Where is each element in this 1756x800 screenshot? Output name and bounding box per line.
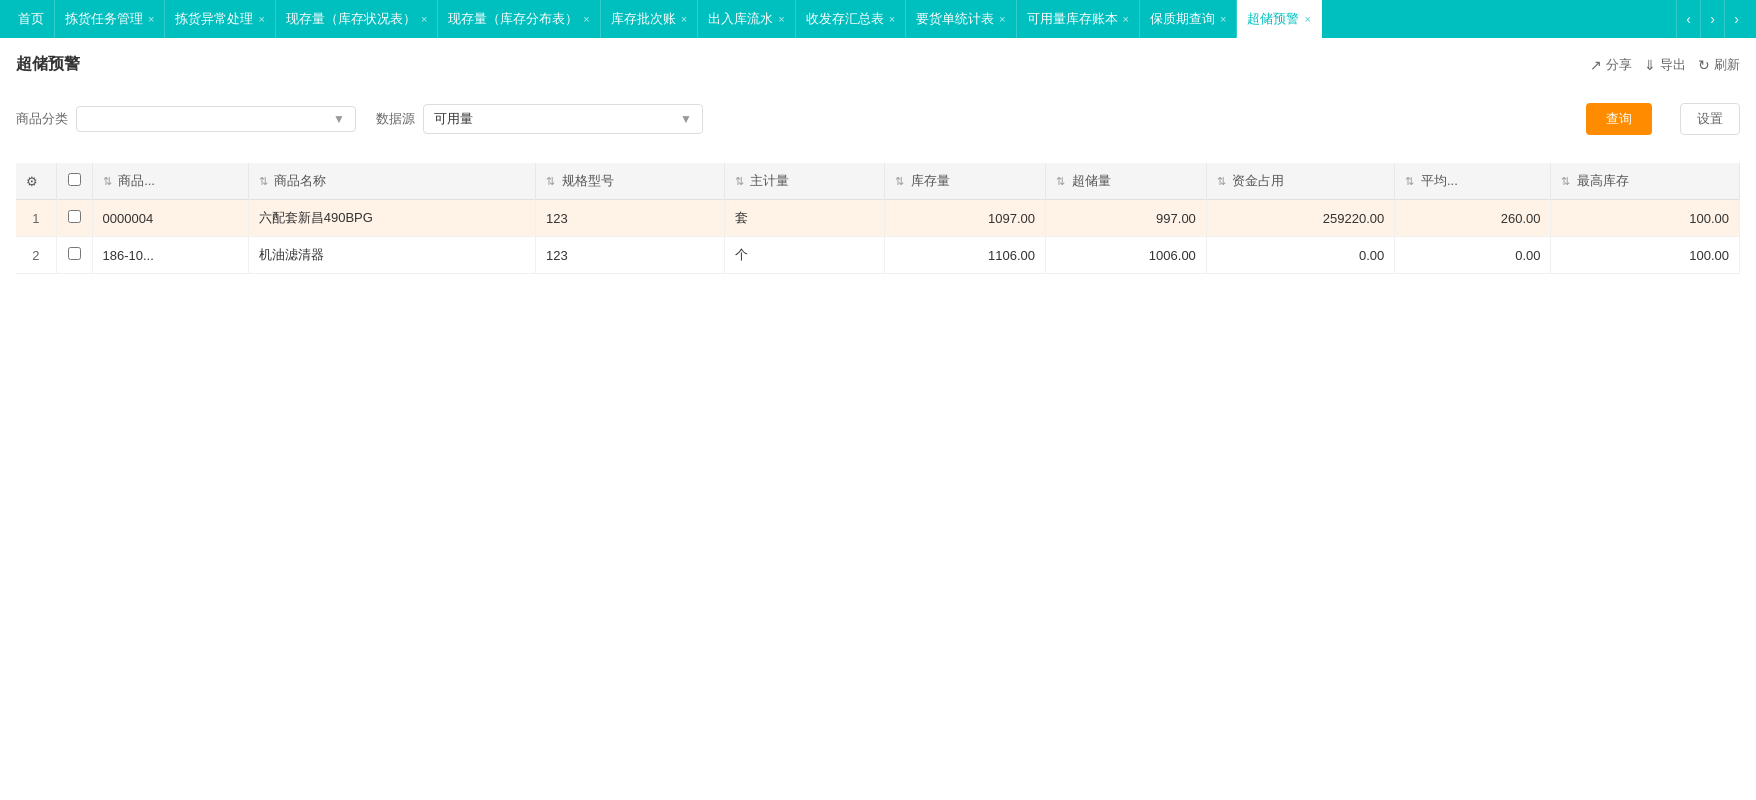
- close-icon[interactable]: ×: [999, 13, 1005, 25]
- refresh-button[interactable]: ↻ 刷新: [1698, 56, 1740, 74]
- nav-requisition[interactable]: 要货单统计表 ×: [906, 0, 1016, 38]
- spec: 123: [536, 237, 724, 274]
- product-name: 六配套新昌490BPG: [248, 200, 535, 237]
- nav-inout-flow[interactable]: 出入库流水 ×: [698, 0, 795, 38]
- datasource-label: 数据源: [376, 110, 415, 128]
- nav-shelf-life[interactable]: 保质期查询 ×: [1140, 0, 1237, 38]
- table-row: 2 186-10... 机油滤清器 123 个 1106.00 1006.00 …: [16, 237, 1740, 274]
- product-name: 机油滤清器: [248, 237, 535, 274]
- product-code: 186-10...: [92, 237, 248, 274]
- datasource-filter: 数据源 可用量 ▼: [376, 104, 703, 134]
- unit: 个: [724, 237, 885, 274]
- share-icon: ↗: [1590, 57, 1602, 73]
- nav-stock-batch[interactable]: 库存批次账 ×: [601, 0, 698, 38]
- sort-icon: ⇅: [895, 175, 904, 187]
- gear-icon: ⚙: [26, 174, 38, 189]
- row-checkbox[interactable]: [68, 210, 81, 223]
- sort-icon: ⇅: [735, 175, 744, 187]
- table-row: 1 0000004 六配套新昌490BPG 123 套 1097.00 997.…: [16, 200, 1740, 237]
- top-nav: 首页 拣货任务管理 × 拣货异常处理 × 现存量（库存状况表） × 现存量（库存…: [0, 0, 1756, 38]
- datasource-select[interactable]: 可用量 ▼: [423, 104, 703, 134]
- settings-button[interactable]: 设置: [1680, 103, 1740, 135]
- nav-summary[interactable]: 收发存汇总表 ×: [796, 0, 906, 38]
- close-icon[interactable]: ×: [421, 13, 427, 25]
- max-stock: 100.00: [1551, 237, 1740, 274]
- col-max-stock[interactable]: ⇅ 最高库存: [1551, 163, 1740, 200]
- nav-menu-button[interactable]: ›: [1724, 0, 1748, 38]
- chevron-down-icon: ▼: [333, 112, 345, 126]
- stock-qty: 1097.00: [885, 200, 1046, 237]
- nav-stock-status[interactable]: 现存量（库存状况表） ×: [276, 0, 438, 38]
- select-all-header[interactable]: [56, 163, 92, 200]
- max-stock: 100.00: [1551, 200, 1740, 237]
- overstock-qty: 997.00: [1046, 200, 1207, 237]
- category-select[interactable]: ▼: [76, 106, 356, 132]
- close-icon[interactable]: ×: [148, 13, 154, 25]
- sort-icon: ⇅: [1217, 175, 1226, 187]
- nav-arrows: ‹ › ›: [1676, 0, 1748, 38]
- filter-bar: 商品分类 ▼ 数据源 可用量 ▼ 查询 设置: [16, 91, 1740, 147]
- close-icon[interactable]: ×: [1220, 13, 1226, 25]
- select-all-checkbox[interactable]: [68, 173, 81, 186]
- row-checkbox-cell[interactable]: [56, 237, 92, 274]
- row-number: 2: [16, 237, 56, 274]
- share-button[interactable]: ↗ 分享: [1590, 56, 1632, 74]
- row-checkbox-cell[interactable]: [56, 200, 92, 237]
- stock-qty: 1106.00: [885, 237, 1046, 274]
- col-product-name[interactable]: ⇅ 商品名称: [248, 163, 535, 200]
- gear-column-header[interactable]: ⚙: [16, 163, 56, 200]
- nav-pick-task[interactable]: 拣货任务管理 ×: [55, 0, 165, 38]
- sort-icon: ⇅: [1405, 175, 1414, 187]
- page-title: 超储预警: [16, 54, 80, 75]
- close-icon[interactable]: ×: [778, 13, 784, 25]
- avg-price: 260.00: [1395, 200, 1551, 237]
- col-capital[interactable]: ⇅ 资金占用: [1206, 163, 1394, 200]
- sort-icon: ⇅: [259, 175, 268, 187]
- close-icon[interactable]: ×: [583, 13, 589, 25]
- unit: 套: [724, 200, 885, 237]
- close-icon[interactable]: ×: [1123, 13, 1129, 25]
- page-header: 超储预警 ↗ 分享 ⇓ 导出 ↻ 刷新: [16, 54, 1740, 75]
- close-icon[interactable]: ×: [889, 13, 895, 25]
- col-stock[interactable]: ⇅ 库存量: [885, 163, 1046, 200]
- row-number: 1: [16, 200, 56, 237]
- close-icon[interactable]: ×: [681, 13, 687, 25]
- row-checkbox[interactable]: [68, 247, 81, 260]
- col-avg[interactable]: ⇅ 平均...: [1395, 163, 1551, 200]
- product-code: 0000004: [92, 200, 248, 237]
- nav-overstock[interactable]: 超储预警 ×: [1237, 0, 1321, 38]
- spec: 123: [536, 200, 724, 237]
- data-table: ⚙ ⇅ 商品... ⇅ 商品名称 ⇅ 规格型号 ⇅: [16, 163, 1740, 274]
- sort-icon: ⇅: [103, 175, 112, 187]
- nav-pick-exception[interactable]: 拣货异常处理 ×: [165, 0, 275, 38]
- overstock-qty: 1006.00: [1046, 237, 1207, 274]
- col-overstock[interactable]: ⇅ 超储量: [1046, 163, 1207, 200]
- avg-price: 0.00: [1395, 237, 1551, 274]
- col-product-code[interactable]: ⇅ 商品...: [92, 163, 248, 200]
- export-button[interactable]: ⇓ 导出: [1644, 56, 1686, 74]
- category-label: 商品分类: [16, 110, 68, 128]
- sort-icon: ⇅: [1056, 175, 1065, 187]
- export-icon: ⇓: [1644, 57, 1656, 73]
- chevron-down-icon: ▼: [680, 112, 692, 126]
- sort-icon: ⇅: [1561, 175, 1570, 187]
- nav-next-button[interactable]: ›: [1700, 0, 1724, 38]
- close-icon[interactable]: ×: [1304, 13, 1310, 25]
- category-filter: 商品分类 ▼: [16, 106, 356, 132]
- nav-prev-button[interactable]: ‹: [1676, 0, 1700, 38]
- query-button[interactable]: 查询: [1586, 103, 1652, 135]
- capital-usage: 259220.00: [1206, 200, 1394, 237]
- nav-home[interactable]: 首页: [8, 0, 55, 38]
- nav-available-stock[interactable]: 可用量库存账本 ×: [1017, 0, 1140, 38]
- sort-icon: ⇅: [546, 175, 555, 187]
- close-icon[interactable]: ×: [258, 13, 264, 25]
- nav-stock-dist[interactable]: 现存量（库存分布表） ×: [438, 0, 600, 38]
- header-actions: ↗ 分享 ⇓ 导出 ↻ 刷新: [1590, 56, 1740, 74]
- datasource-value: 可用量: [434, 110, 473, 128]
- capital-usage: 0.00: [1206, 237, 1394, 274]
- page-content: 超储预警 ↗ 分享 ⇓ 导出 ↻ 刷新 商品分类 ▼ 数据源: [0, 38, 1756, 800]
- refresh-icon: ↻: [1698, 57, 1710, 73]
- col-spec[interactable]: ⇅ 规格型号: [536, 163, 724, 200]
- col-unit[interactable]: ⇅ 主计量: [724, 163, 885, 200]
